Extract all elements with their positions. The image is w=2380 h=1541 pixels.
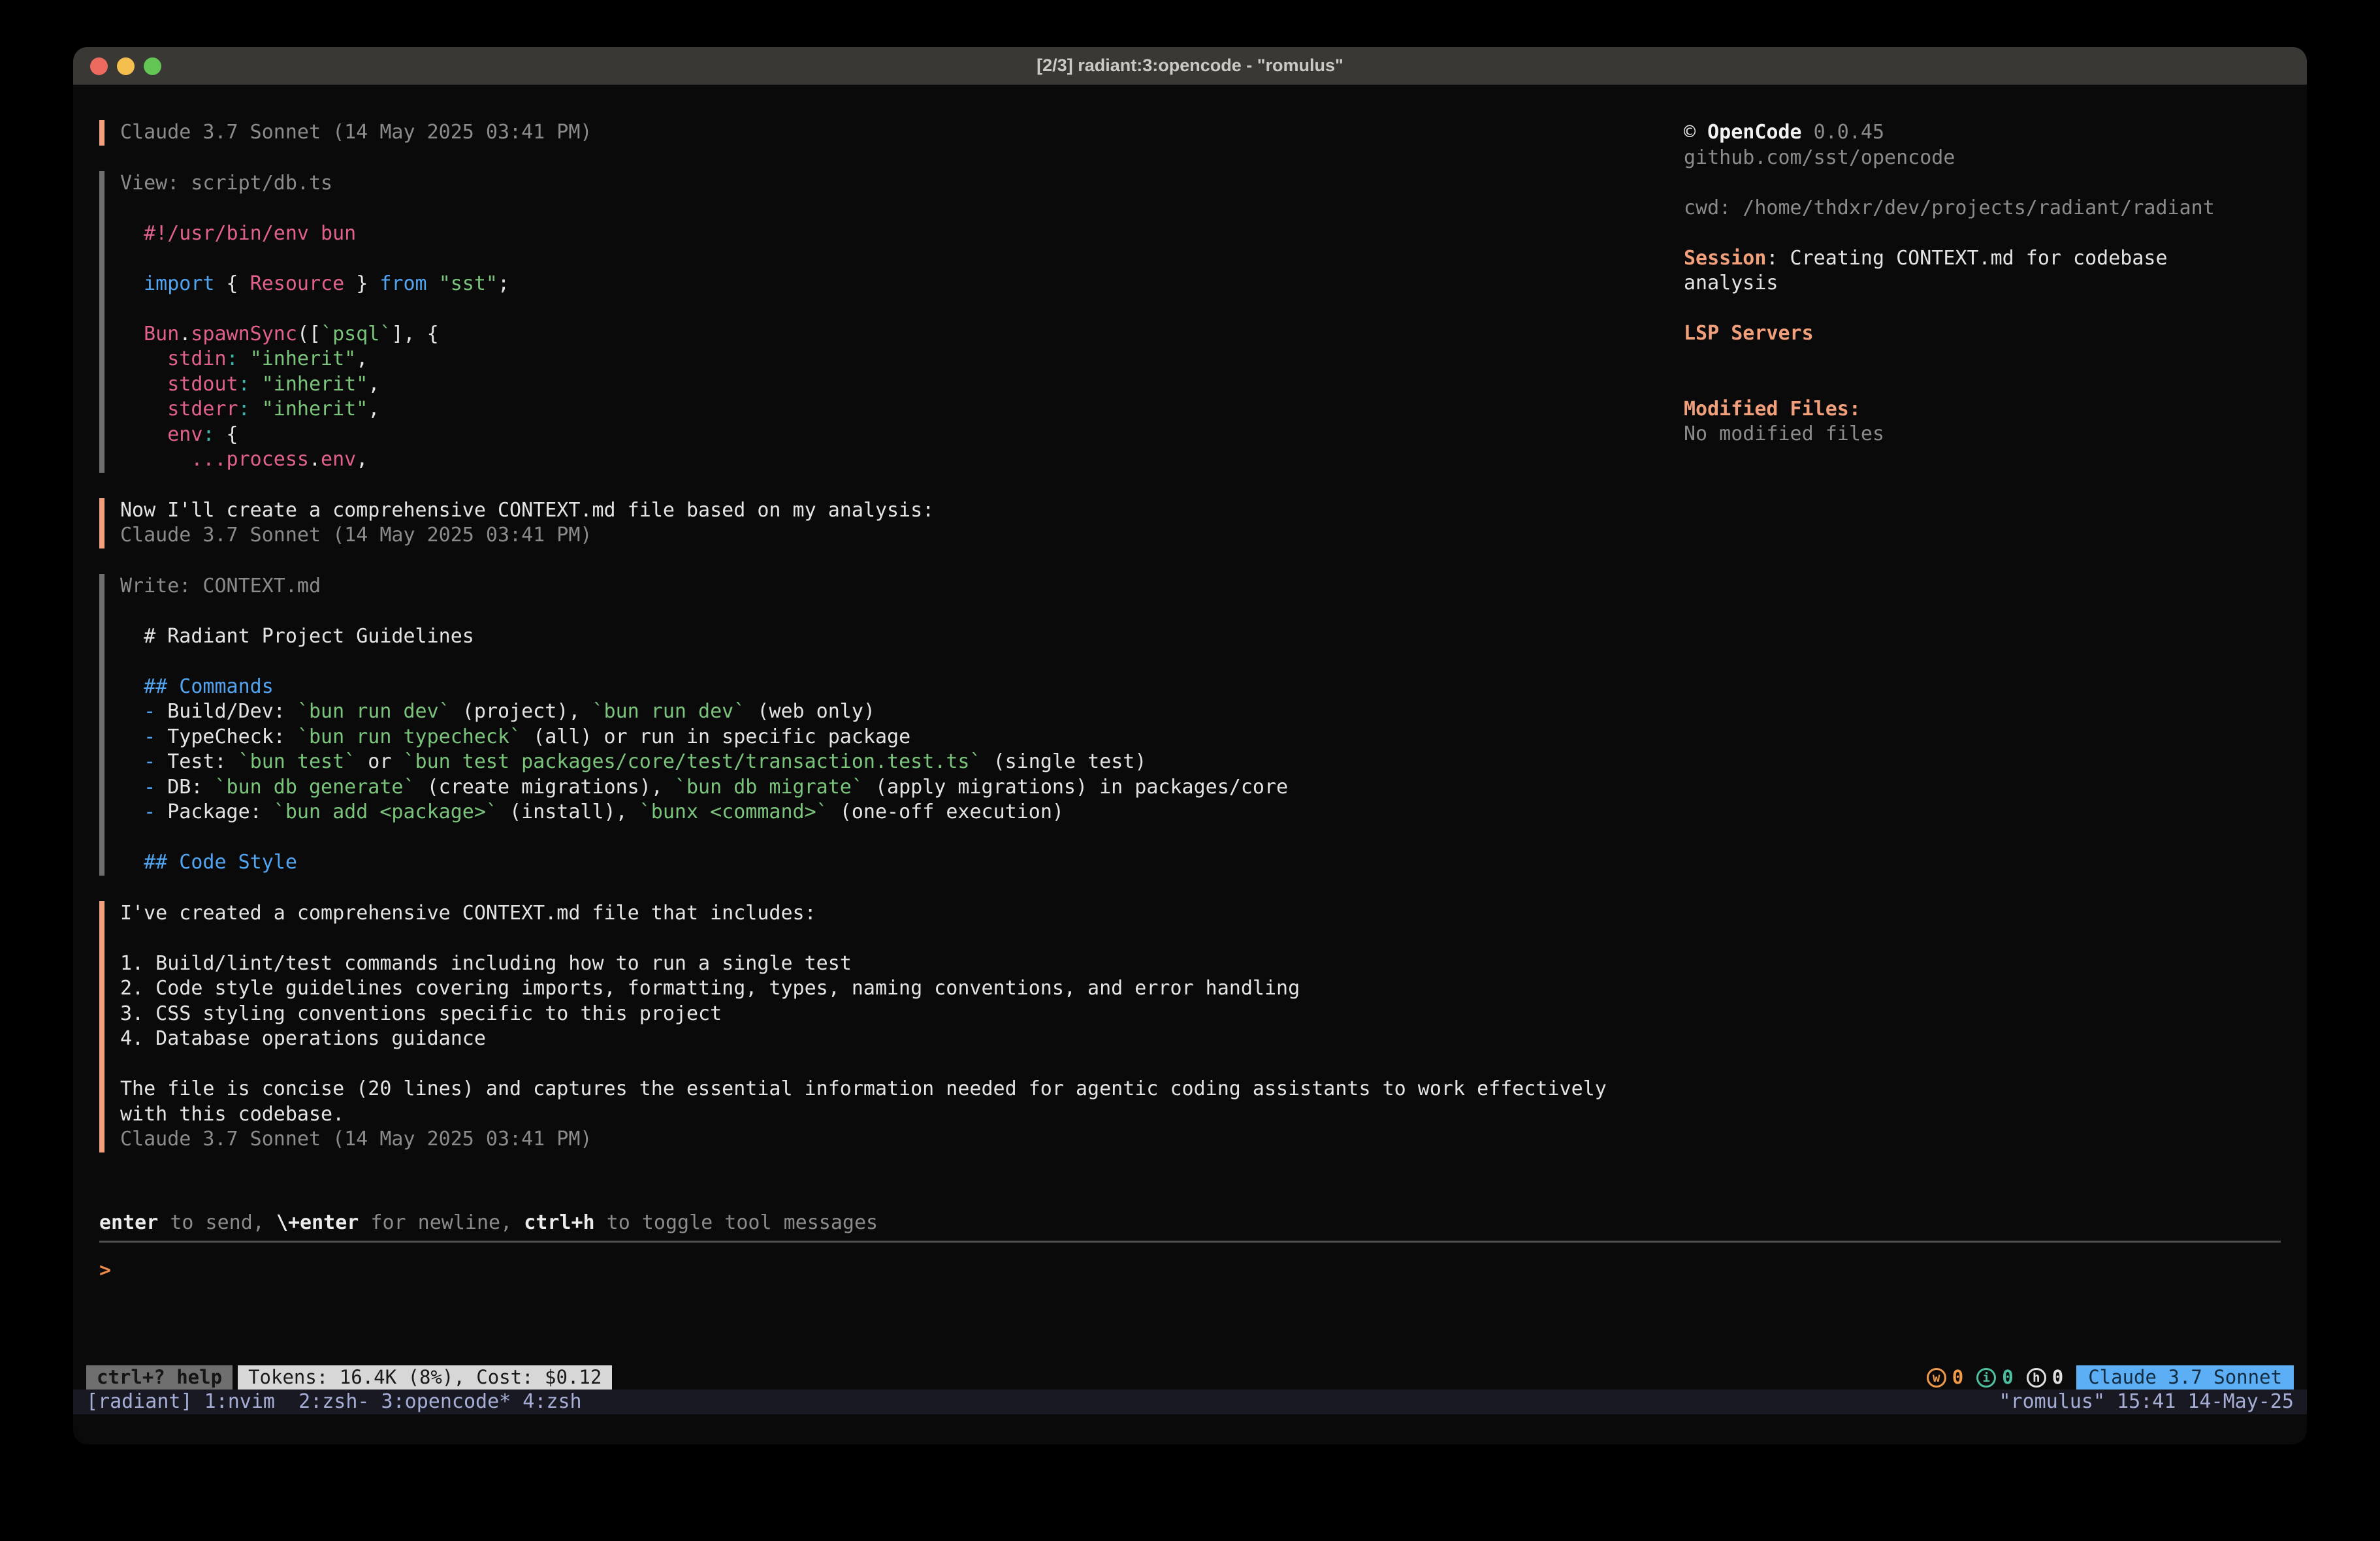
opencode-status-bar: ctrl+? help Tokens: 16.4K (8%), Cost: $0… — [86, 1365, 2294, 1390]
sidebar: © OpenCode 0.0.45github.com/sst/opencode… — [1684, 120, 2281, 1178]
tmux-session-windows: [radiant] 1:nvim 2:zsh- 3:opencode* 4:zs… — [86, 1390, 582, 1414]
zoom-button[interactable] — [144, 57, 161, 75]
prompt-chevron-icon: > — [99, 1259, 111, 1282]
tool-write-block: Write: CONTEXT.md # Radiant Project Guid… — [99, 574, 1684, 876]
traffic-lights — [90, 47, 161, 85]
warning-count: 0 — [1952, 1365, 1963, 1390]
prompt-input[interactable]: > — [99, 1258, 2281, 1284]
window-bottom-padding — [73, 1414, 2307, 1444]
terminal-content: Claude 3.7 Sonnet (14 May 2025 03:41 PM)… — [73, 85, 2307, 1365]
tool-view-block: View: script/db.ts #!/usr/bin/env bun im… — [99, 171, 1684, 473]
model-chip[interactable]: Claude 3.7 Sonnet — [2076, 1365, 2294, 1390]
window-title: [2/3] radiant:3:opencode - "romulus" — [1037, 56, 1343, 76]
input-separator — [99, 1241, 2281, 1243]
keybind-hint-bar: enter to send, \+enter for newline, ctrl… — [99, 1211, 2281, 1236]
minimize-button[interactable] — [117, 57, 135, 75]
i-circle-icon: i — [1976, 1368, 1996, 1388]
hint-count: 0 — [2052, 1365, 2063, 1390]
tokens-cost-chip: Tokens: 16.4K (8%), Cost: $0.12 — [238, 1365, 612, 1390]
assistant-message-block: Now I'll create a comprehensive CONTEXT.… — [99, 498, 1684, 548]
help-chip[interactable]: ctrl+? help — [86, 1365, 233, 1390]
assistant-summary-block: I've created a comprehensive CONTEXT.md … — [99, 901, 1684, 1152]
warning-counter: w 0 — [1927, 1365, 1963, 1390]
tmux-session-info: "romulus" 15:41 14-May-25 — [1999, 1390, 2294, 1414]
w-circle-icon: w — [1927, 1368, 1946, 1388]
terminal-window: [2/3] radiant:3:opencode - "romulus" Cla… — [73, 47, 2307, 1444]
window-titlebar: [2/3] radiant:3:opencode - "romulus" — [73, 47, 2307, 85]
info-counter: i 0 — [1976, 1365, 2013, 1390]
info-count: 0 — [2002, 1365, 2013, 1390]
assistant-meta-block: Claude 3.7 Sonnet (14 May 2025 03:41 PM) — [99, 120, 1684, 146]
hint-counter: h 0 — [2027, 1365, 2063, 1390]
tmux-status-bar: [radiant] 1:nvim 2:zsh- 3:opencode* 4:zs… — [73, 1390, 2307, 1414]
h-circle-icon: h — [2027, 1368, 2046, 1388]
close-button[interactable] — [90, 57, 108, 75]
conversation: Claude 3.7 Sonnet (14 May 2025 03:41 PM)… — [99, 120, 1684, 1178]
